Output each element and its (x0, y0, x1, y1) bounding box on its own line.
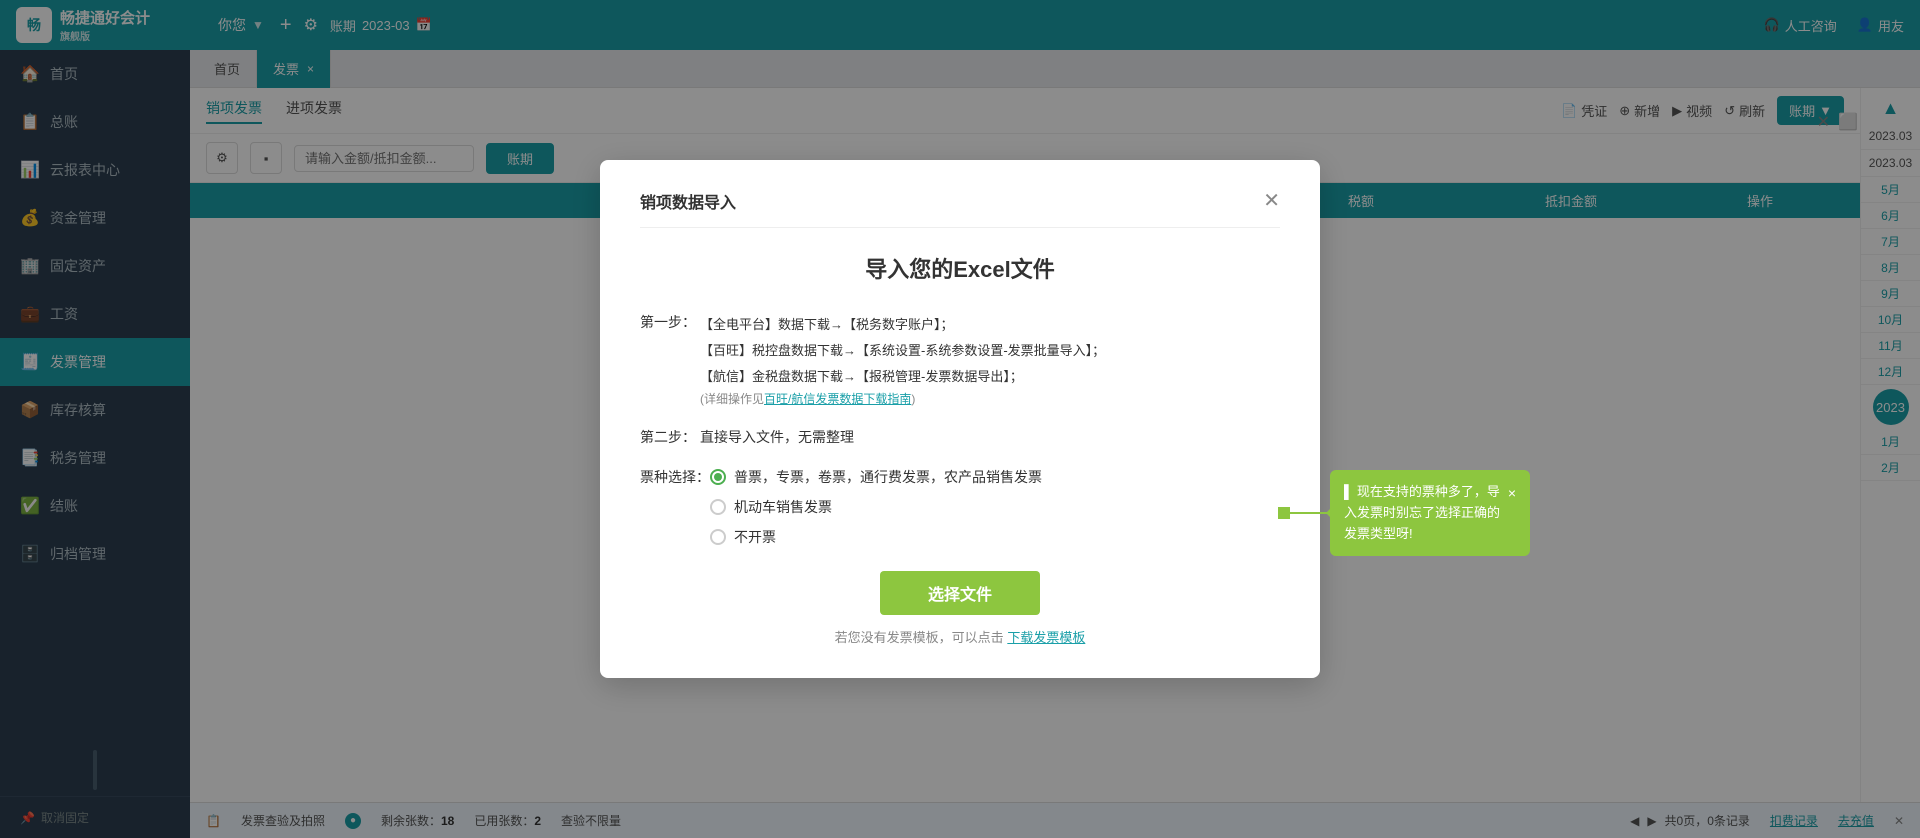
step2-label: 第二步： (640, 427, 700, 447)
step1-line-3: 【航信】金税盘数据下载→【报税管理-发票数据导出】； (700, 364, 1105, 390)
download-guide-link[interactable]: 百旺/航信发票数据下载指南 (764, 392, 911, 406)
radio-noticket-circle[interactable] (710, 529, 726, 545)
radio-car-label: 机动车销售发票 (734, 497, 832, 517)
tooltip-bubble: × ▌ 现在支持的票种多了，导入发票时别忘了选择正确的发票类型呀! (1330, 470, 1530, 556)
ticket-section: 票种选择： 普票，专票，卷票，通行费发票，农产品销售发票 机动车销售发票 (640, 467, 1280, 547)
radio-car-circle[interactable] (710, 499, 726, 515)
modal-title: 销项数据导入 (640, 189, 736, 213)
radio-normal-dot (714, 473, 722, 481)
radio-normal[interactable]: 普票，专票，卷票，通行费发票，农产品销售发票 (710, 467, 1042, 487)
import-modal: 销项数据导入 ✕ 导入您的Excel文件 第一步： 【全电平台】数据下载→【税务… (600, 160, 1320, 678)
step1-line-2: 【百旺】税控盘数据下载→【系统设置-系统参数设置-发票批量导入】； (700, 338, 1105, 364)
radio-noticket-label: 不开票 (734, 527, 776, 547)
radio-normal-circle[interactable] (710, 469, 726, 485)
select-file-button[interactable]: 选择文件 (880, 571, 1040, 615)
modal-close-btn[interactable]: ✕ (1263, 188, 1280, 213)
radio-noticket[interactable]: 不开票 (710, 527, 1042, 547)
modal-inner-title: 导入您的Excel文件 (640, 252, 1280, 284)
modal-header: 销项数据导入 ✕ (640, 188, 1280, 228)
step1-line-1: 【全电平台】数据下载→【税务数字账户】； (700, 312, 1105, 338)
radio-normal-label: 普票，专票，卷票，通行费发票，农产品销售发票 (734, 467, 1042, 487)
tooltip-close-btn[interactable]: × (1508, 482, 1516, 504)
step1-label: 第一步： (640, 312, 700, 332)
step2-content: 直接导入文件，无需整理 (700, 427, 854, 447)
radio-group: 普票，专票，卷票，通行费发票，农产品销售发票 机动车销售发票 不开票 (710, 467, 1042, 547)
tooltip-text: ▌ (1344, 484, 1353, 499)
download-template-link[interactable]: 下载发票模板 (1007, 630, 1085, 645)
step1-content: 【全电平台】数据下载→【税务数字账户】； 【百旺】税控盘数据下载→【系统设置-系… (700, 312, 1105, 407)
step1-block: 第一步： 【全电平台】数据下载→【税务数字账户】； 【百旺】税控盘数据下载→【系… (640, 312, 1280, 407)
tooltip-connector-dot (1278, 507, 1290, 519)
step2-block: 第二步： 直接导入文件，无需整理 (640, 427, 1280, 447)
step1-detail: (详细操作见百旺/航信发票数据下载指南) (700, 390, 1105, 407)
radio-car[interactable]: 机动车销售发票 (710, 497, 1042, 517)
tooltip-container: × ▌ 现在支持的票种多了，导入发票时别忘了选择正确的发票类型呀! (1278, 470, 1530, 556)
tooltip-message: 现在支持的票种多了，导入发票时别忘了选择正确的发票类型呀! (1344, 484, 1500, 541)
ticket-label: 票种选择： (640, 467, 710, 487)
modal-overlay: 销项数据导入 ✕ 导入您的Excel文件 第一步： 【全电平台】数据下载→【税务… (0, 0, 1920, 838)
modal-footer-note: 若您没有发票模板，可以点击 下载发票模板 (640, 627, 1280, 646)
